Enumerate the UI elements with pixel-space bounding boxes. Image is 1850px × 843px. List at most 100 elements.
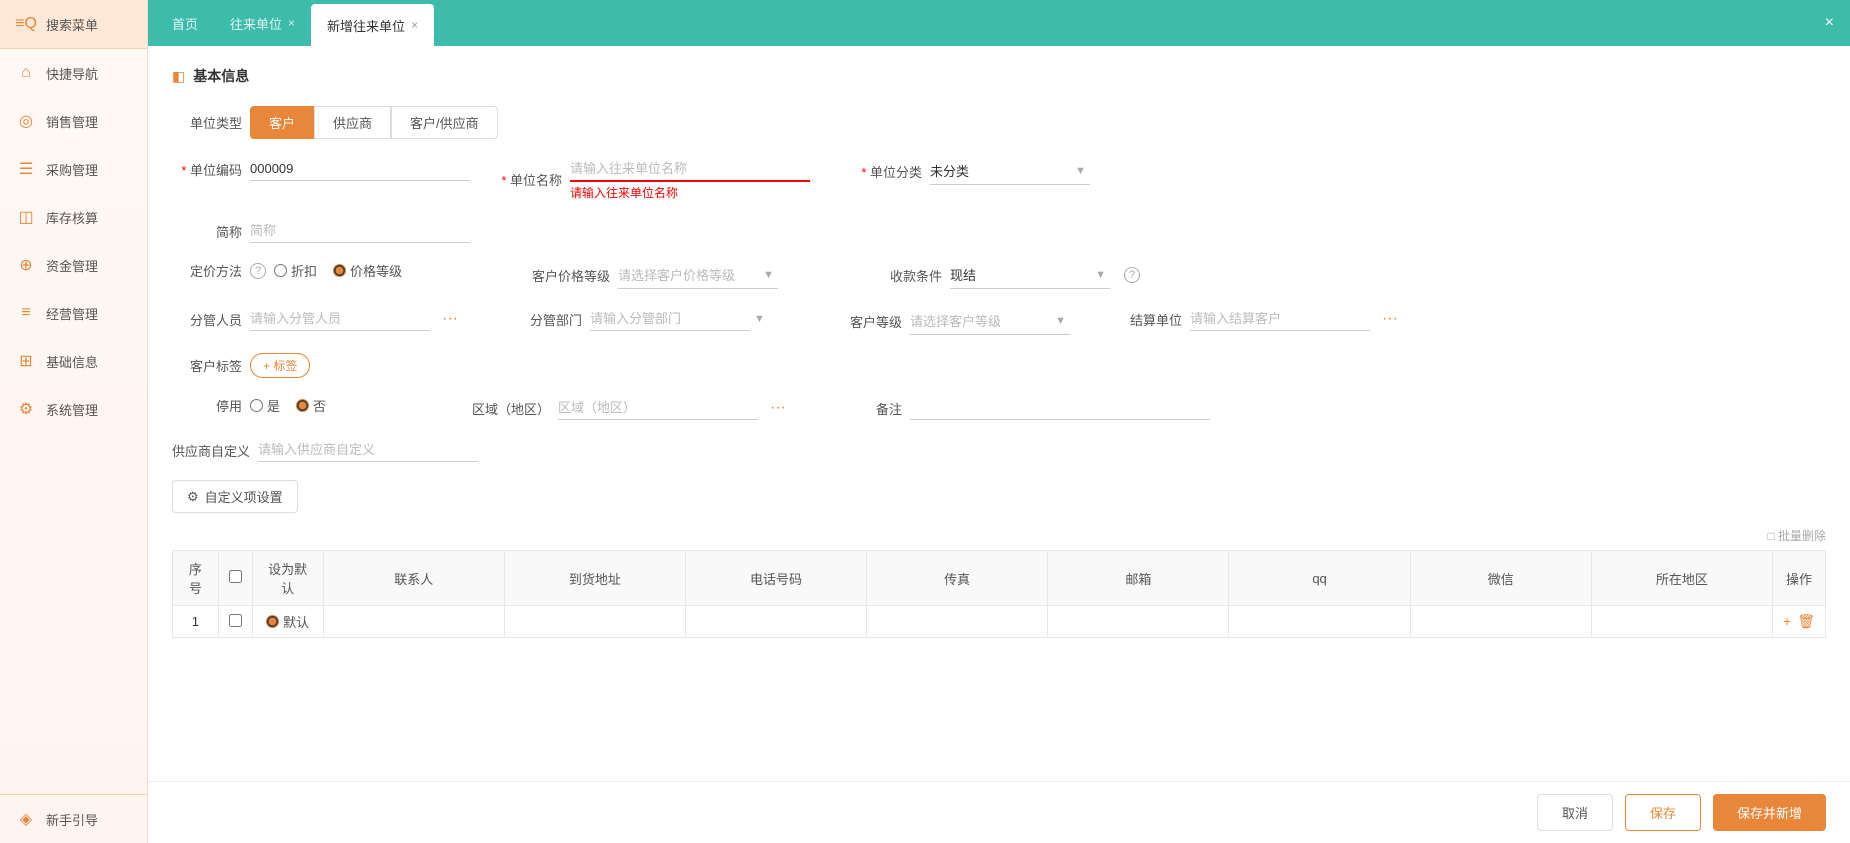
tab-units-close[interactable]: × xyxy=(288,16,295,30)
sidebar-item-sales[interactable]: ◎ 销售管理 xyxy=(0,97,147,145)
select-all-checkbox[interactable] xyxy=(229,570,242,583)
row-region-input[interactable] xyxy=(1602,614,1762,629)
unit-category-group: 单位分类 未分类 ▼ xyxy=(852,157,1090,185)
sidebar-item-guide[interactable]: ◈ 新手引导 xyxy=(0,794,147,843)
customer-level-select[interactable]: 请选择客户等级 ▼ xyxy=(910,307,1070,335)
save-button[interactable]: 保存 xyxy=(1625,794,1701,831)
unit-category-value: 未分类 xyxy=(930,157,1090,185)
customer-level-label: 客户等级 xyxy=(832,312,902,331)
unit-btn-customer[interactable]: 客户 xyxy=(250,106,314,139)
sidebar-item-inventory[interactable]: ◫ 库存核算 xyxy=(0,193,147,241)
sidebar-item-finance[interactable]: ⊕ 资金管理 xyxy=(0,241,147,289)
cancel-button[interactable]: 取消 xyxy=(1537,794,1613,831)
address-input[interactable] xyxy=(515,614,675,629)
qq-input[interactable] xyxy=(1239,614,1399,629)
disable-region-row: 停用 是 否 区域（地区） ··· 备注 xyxy=(172,396,1826,420)
wechat-input[interactable] xyxy=(1421,614,1581,629)
tab-home-label: 首页 xyxy=(172,14,198,33)
department-label: 分管部门 xyxy=(512,310,582,329)
add-tag-button[interactable]: + 标签 xyxy=(250,353,310,378)
section-title: 基本信息 xyxy=(193,66,249,86)
tag-row: 客户标签 + 标签 xyxy=(172,353,1826,378)
unit-name-error: 请输入往来单位名称 xyxy=(570,184,810,201)
payment-terms-select[interactable]: 现结 ▼ xyxy=(950,261,1110,289)
remark-input[interactable] xyxy=(910,396,1210,420)
batch-delete-button[interactable]: □ 批量删除 xyxy=(1767,529,1826,543)
disable-radio-no[interactable]: 否 xyxy=(296,396,326,415)
settings-gear-icon: ⚙ xyxy=(187,489,199,505)
section-icon: ◧ xyxy=(172,68,185,85)
custom-settings-button[interactable]: ⚙ 自定义项设置 xyxy=(172,480,298,513)
cell-fax xyxy=(867,606,1048,638)
cell-checkbox xyxy=(218,606,252,638)
default-label: 默认 xyxy=(283,612,309,631)
th-phone: 电话号码 xyxy=(685,551,866,606)
custom-settings-label: 自定义项设置 xyxy=(205,487,283,506)
manager-input[interactable] xyxy=(250,307,430,331)
department-select[interactable]: ▼ xyxy=(590,307,761,331)
cell-default: 默认 xyxy=(252,606,323,638)
contact-input[interactable] xyxy=(334,614,494,629)
sidebar-item-quick-nav[interactable]: ⌂ 快捷导航 xyxy=(0,49,147,97)
settlement-input[interactable] xyxy=(1190,307,1370,331)
sidebar-item-search[interactable]: ≡Q 搜索菜单 xyxy=(0,0,147,49)
unit-category-label: 单位分类 xyxy=(852,162,922,181)
settlement-more-icon[interactable]: ··· xyxy=(1378,310,1402,328)
customer-level-group: 客户等级 请选择客户等级 ▼ xyxy=(832,307,1112,335)
disable-group: 停用 是 否 xyxy=(172,396,472,415)
unit-category-select[interactable]: 未分类 ▼ xyxy=(930,157,1090,185)
pricing-radio-discount[interactable]: 折扣 xyxy=(274,261,317,280)
supplier-custom-input[interactable] xyxy=(258,438,478,462)
pricing-method-label: 定价方法 xyxy=(172,261,242,280)
tab-units[interactable]: 往来单位 × xyxy=(214,0,311,46)
tab-home[interactable]: 首页 xyxy=(156,0,214,46)
main-close-icon[interactable]: × xyxy=(1825,14,1834,32)
save-new-button[interactable]: 保存并新增 xyxy=(1713,794,1826,831)
th-checkbox xyxy=(218,551,252,606)
default-radio-label[interactable]: 默认 xyxy=(263,612,313,631)
add-row-icon[interactable]: + xyxy=(1783,613,1791,630)
sidebar-item-label: 快捷导航 xyxy=(46,64,98,83)
sidebar-item-system[interactable]: ⚙ 系统管理 xyxy=(0,385,147,433)
pricing-help-icon[interactable]: ? xyxy=(250,263,266,279)
unit-type-row: 单位类型 客户 供应商 客户/供应商 xyxy=(172,106,1826,139)
tab-new-unit-close[interactable]: × xyxy=(411,18,418,32)
department-group: 分管部门 ▼ xyxy=(512,307,832,331)
fax-input[interactable] xyxy=(877,614,1037,629)
unit-btn-supplier[interactable]: 供应商 xyxy=(314,106,391,139)
pricing-radio-level[interactable]: 价格等级 xyxy=(333,261,402,280)
cell-email xyxy=(1048,606,1229,638)
department-input[interactable] xyxy=(590,307,750,331)
disable-radio-yes[interactable]: 是 xyxy=(250,396,280,415)
price-level-select[interactable]: 请选择客户价格等级 ▼ xyxy=(618,261,778,289)
payment-terms-help-icon[interactable]: ? xyxy=(1124,267,1140,283)
manager-more-icon[interactable]: ··· xyxy=(438,310,462,328)
delete-row-icon[interactable]: 🗑 xyxy=(1797,613,1815,630)
form-content: ◧ 基本信息 单位类型 客户 供应商 客户/供应商 单位编码 单位名称 xyxy=(148,46,1850,781)
short-name-row: 简称 xyxy=(172,219,1826,243)
unit-btn-both[interactable]: 客户/供应商 xyxy=(391,106,498,139)
disable-radio-group: 是 否 xyxy=(250,396,326,415)
tag-label: 客户标签 xyxy=(172,356,242,375)
region-input[interactable] xyxy=(558,396,758,420)
sidebar-item-basic-info[interactable]: ⊞ 基础信息 xyxy=(0,337,147,385)
row-checkbox[interactable] xyxy=(229,614,242,627)
region-more-icon[interactable]: ··· xyxy=(766,399,790,417)
unit-type-group: 单位类型 客户 供应商 客户/供应商 xyxy=(172,106,1826,139)
unit-type-label: 单位类型 xyxy=(172,113,242,132)
remark-label: 备注 xyxy=(832,399,902,418)
sidebar-item-label: 资金管理 xyxy=(46,256,98,275)
phone-input[interactable] xyxy=(696,614,856,629)
email-input[interactable] xyxy=(1058,614,1218,629)
unit-code-input[interactable] xyxy=(250,157,470,181)
sidebar-item-purchase[interactable]: ☰ 采购管理 xyxy=(0,145,147,193)
short-name-input[interactable] xyxy=(250,219,470,243)
cell-qq xyxy=(1229,606,1410,638)
default-radio[interactable] xyxy=(266,615,279,628)
unit-name-input[interactable] xyxy=(570,157,810,182)
guide-icon: ◈ xyxy=(16,809,36,829)
operation-icon: ≡ xyxy=(16,303,36,323)
manager-label: 分管人员 xyxy=(172,310,242,329)
tab-new-unit[interactable]: 新增往来单位 × xyxy=(311,4,434,46)
sidebar-item-operation[interactable]: ≡ 经营管理 xyxy=(0,289,147,337)
